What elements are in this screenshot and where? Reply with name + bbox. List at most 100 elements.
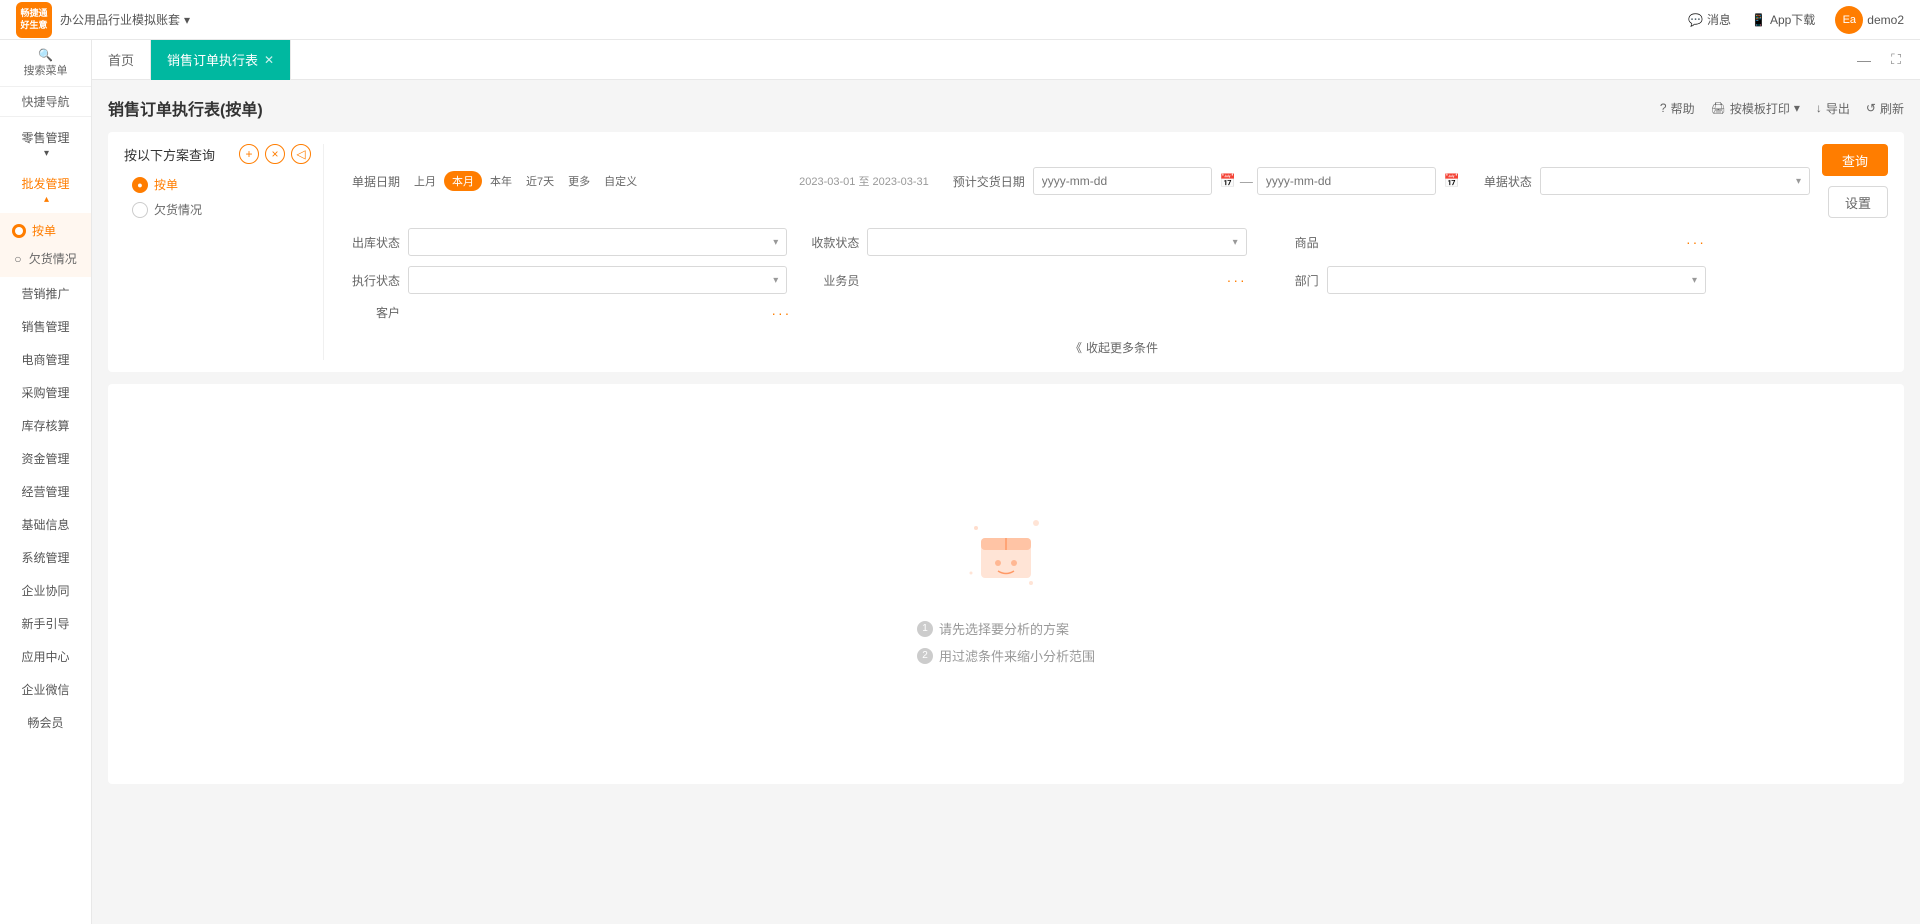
sidebar-quick-nav[interactable]: 快捷导航	[0, 87, 91, 117]
print-label: 按模板打印	[1730, 100, 1790, 117]
top-bar-right: 💬 消息 📱 App下载 Ea demo2	[1688, 6, 1904, 34]
active-dot	[12, 224, 26, 238]
sidebar-item-inventory[interactable]: 库存核算	[0, 409, 91, 442]
tab-sales-order[interactable]: 销售订单执行表 ✕	[151, 40, 291, 80]
sidebar-item-wholesale[interactable]: 批发管理 ▴	[0, 167, 91, 213]
help-button[interactable]: ? 帮助	[1660, 100, 1695, 117]
sidebar-item-newbie[interactable]: 新手引导	[0, 607, 91, 640]
dept-label: 部门	[1259, 272, 1319, 289]
date-range-display: 2023-03-01 至 2023-03-31	[799, 173, 929, 189]
product-label: 商品	[1259, 234, 1319, 251]
date-btn-thismonth[interactable]: 本月	[444, 171, 482, 191]
filter-product-field: 商品 ···	[1259, 234, 1706, 251]
search-button[interactable]: 查询	[1822, 144, 1888, 176]
tab-close-icon[interactable]: ✕	[264, 53, 274, 67]
date-btn-custom[interactable]: 自定义	[598, 171, 643, 191]
expected-date-from-input[interactable]	[1033, 167, 1212, 195]
sidebar-sub-item-debt[interactable]: ○ 欠货情况	[0, 244, 91, 273]
product-more-button[interactable]: ···	[1686, 234, 1706, 250]
tip-num-1: 1	[917, 621, 933, 637]
page-header: 销售订单执行表(按单) ? 帮助 🖨 按模板打印 ▾ ↓ 导出	[108, 96, 1904, 120]
collapse-filters-button[interactable]: 《 收起更多条件	[340, 331, 1888, 360]
tab-home[interactable]: 首页	[92, 40, 151, 80]
expected-date-to-input[interactable]	[1257, 167, 1436, 195]
filter-exec-status-field: 执行状态 ▾	[340, 266, 787, 294]
sidebar-item-ecommerce[interactable]: 电商管理	[0, 343, 91, 376]
company-selector[interactable]: 办公用品行业模拟账套 ▾	[60, 11, 190, 28]
expected-date-label: 预计交货日期	[953, 173, 1025, 190]
date-label: 单据日期	[340, 173, 400, 190]
plan-inactive-dot	[132, 202, 148, 218]
print-button[interactable]: 🖨 按模板打印 ▾	[1711, 100, 1800, 117]
tab-minimize-button[interactable]: —	[1852, 48, 1876, 72]
tab-maximize-button[interactable]: ⛶	[1884, 48, 1908, 72]
sidebar-sub-item-orders[interactable]: 按单	[0, 217, 91, 244]
date-btn-lastmonth[interactable]: 上月	[408, 171, 442, 191]
chevron-down-icon: ▾	[184, 13, 190, 27]
filter-plan-actions: + × ◁	[239, 144, 311, 164]
header-right-actions: ? 帮助 🖨 按模板打印 ▾ ↓ 导出 ↺ 刷新	[1660, 100, 1904, 117]
salesperson-label: 业务员	[799, 272, 859, 289]
plan-item-orders[interactable]: ● 按单	[132, 172, 311, 197]
sidebar-item-retail[interactable]: 零售管理 ▾	[0, 121, 91, 167]
chevron-down-icon: ▾	[44, 148, 49, 159]
filter-expected-date-field: 预计交货日期 📅 — 📅	[953, 167, 1460, 195]
sidebar-item-operations[interactable]: 经营管理	[0, 475, 91, 508]
filter-plan-title: 按以下方案查询 + × ◁	[124, 144, 311, 164]
sing-status-label: 单据状态	[1472, 173, 1532, 190]
help-label: 帮助	[1671, 100, 1695, 117]
user-menu[interactable]: Ea demo2	[1835, 6, 1904, 34]
filter-row-4: 客户 ···	[340, 304, 1888, 321]
sidebar-item-enterprise[interactable]: 企业协同	[0, 574, 91, 607]
messages-button[interactable]: 💬 消息	[1688, 11, 1731, 28]
sidebar-item-sales[interactable]: 销售管理	[0, 310, 91, 343]
empty-tip-1: 1 请先选择要分析的方案	[917, 619, 1095, 638]
date-btn-last7days[interactable]: 近7天	[520, 171, 560, 191]
customer-input-area: ···	[408, 305, 791, 321]
exec-status-select[interactable]: ▾	[408, 266, 787, 294]
salesperson-more-button[interactable]: ···	[1227, 272, 1247, 288]
data-content: 1 请先选择要分析的方案 2 用过滤条件来缩小分析范围	[108, 384, 1904, 784]
sidebar-item-appcenter[interactable]: 应用中心	[0, 640, 91, 673]
receive-status-label: 收款状态	[799, 234, 859, 251]
filter-row-2: 出库状态 ▾ 收款状态 ▾	[340, 228, 1888, 256]
cal-to-icon[interactable]: 📅	[1444, 173, 1460, 189]
sidebar-item-system[interactable]: 系统管理	[0, 541, 91, 574]
username-label: demo2	[1867, 13, 1904, 27]
plan-item-debt[interactable]: 欠货情况	[132, 197, 311, 222]
sidebar-search[interactable]: 🔍 搜索菜单	[0, 40, 91, 87]
filter-receive-status-field: 收款状态 ▾	[799, 228, 1246, 256]
content-area: 首页 销售订单执行表 ✕ — ⛶ 销售订单执行表(按单) ? 帮助	[92, 40, 1920, 924]
chevron-down-icon: ▾	[1796, 176, 1801, 187]
sidebar-item-member[interactable]: 畅会员	[0, 706, 91, 739]
messages-label: 消息	[1707, 11, 1731, 28]
add-plan-button[interactable]: +	[239, 144, 259, 164]
dept-select[interactable]: ▾	[1327, 266, 1706, 294]
sidebar-item-purchase[interactable]: 采购管理	[0, 376, 91, 409]
top-bar-left: 畅捷通 好生意 办公用品行业模拟账套 ▾	[16, 2, 190, 38]
cal-from-icon[interactable]: 📅	[1220, 173, 1236, 189]
sidebar-item-marketing[interactable]: 营销推广	[0, 277, 91, 310]
sidebar-item-finance[interactable]: 资金管理	[0, 442, 91, 475]
sidebar-item-wechat[interactable]: 企业微信	[0, 673, 91, 706]
customer-label: 客户	[340, 304, 400, 321]
collapse-plan-button[interactable]: ◁	[291, 144, 311, 164]
search-icon: 🔍	[38, 48, 53, 62]
refresh-button[interactable]: ↺ 刷新	[1866, 100, 1904, 117]
receive-status-select[interactable]: ▾	[867, 228, 1246, 256]
app-download-button[interactable]: 📱 App下载	[1751, 11, 1815, 28]
sidebar-item-basicinfo[interactable]: 基础信息	[0, 508, 91, 541]
date-btn-thisyear[interactable]: 本年	[484, 171, 518, 191]
date-btn-more[interactable]: 更多	[562, 171, 596, 191]
filter-dept-field: 部门 ▾	[1259, 266, 1706, 294]
sing-status-select[interactable]: ▾	[1540, 167, 1810, 195]
out-status-select[interactable]: ▾	[408, 228, 787, 256]
export-button[interactable]: ↓ 导出	[1816, 100, 1850, 117]
page-title: 销售订单执行表(按单)	[108, 96, 263, 120]
filter-row-1: 单据日期 上月 本月 本年 近7天 更多 自定义	[340, 144, 1888, 218]
settings-button[interactable]: 设置	[1828, 186, 1888, 218]
plan-sub-items: ● 按单 欠货情况	[124, 172, 311, 222]
filter-out-status-field: 出库状态 ▾	[340, 228, 787, 256]
customer-more-button[interactable]: ···	[771, 305, 791, 321]
delete-plan-button[interactable]: ×	[265, 144, 285, 164]
